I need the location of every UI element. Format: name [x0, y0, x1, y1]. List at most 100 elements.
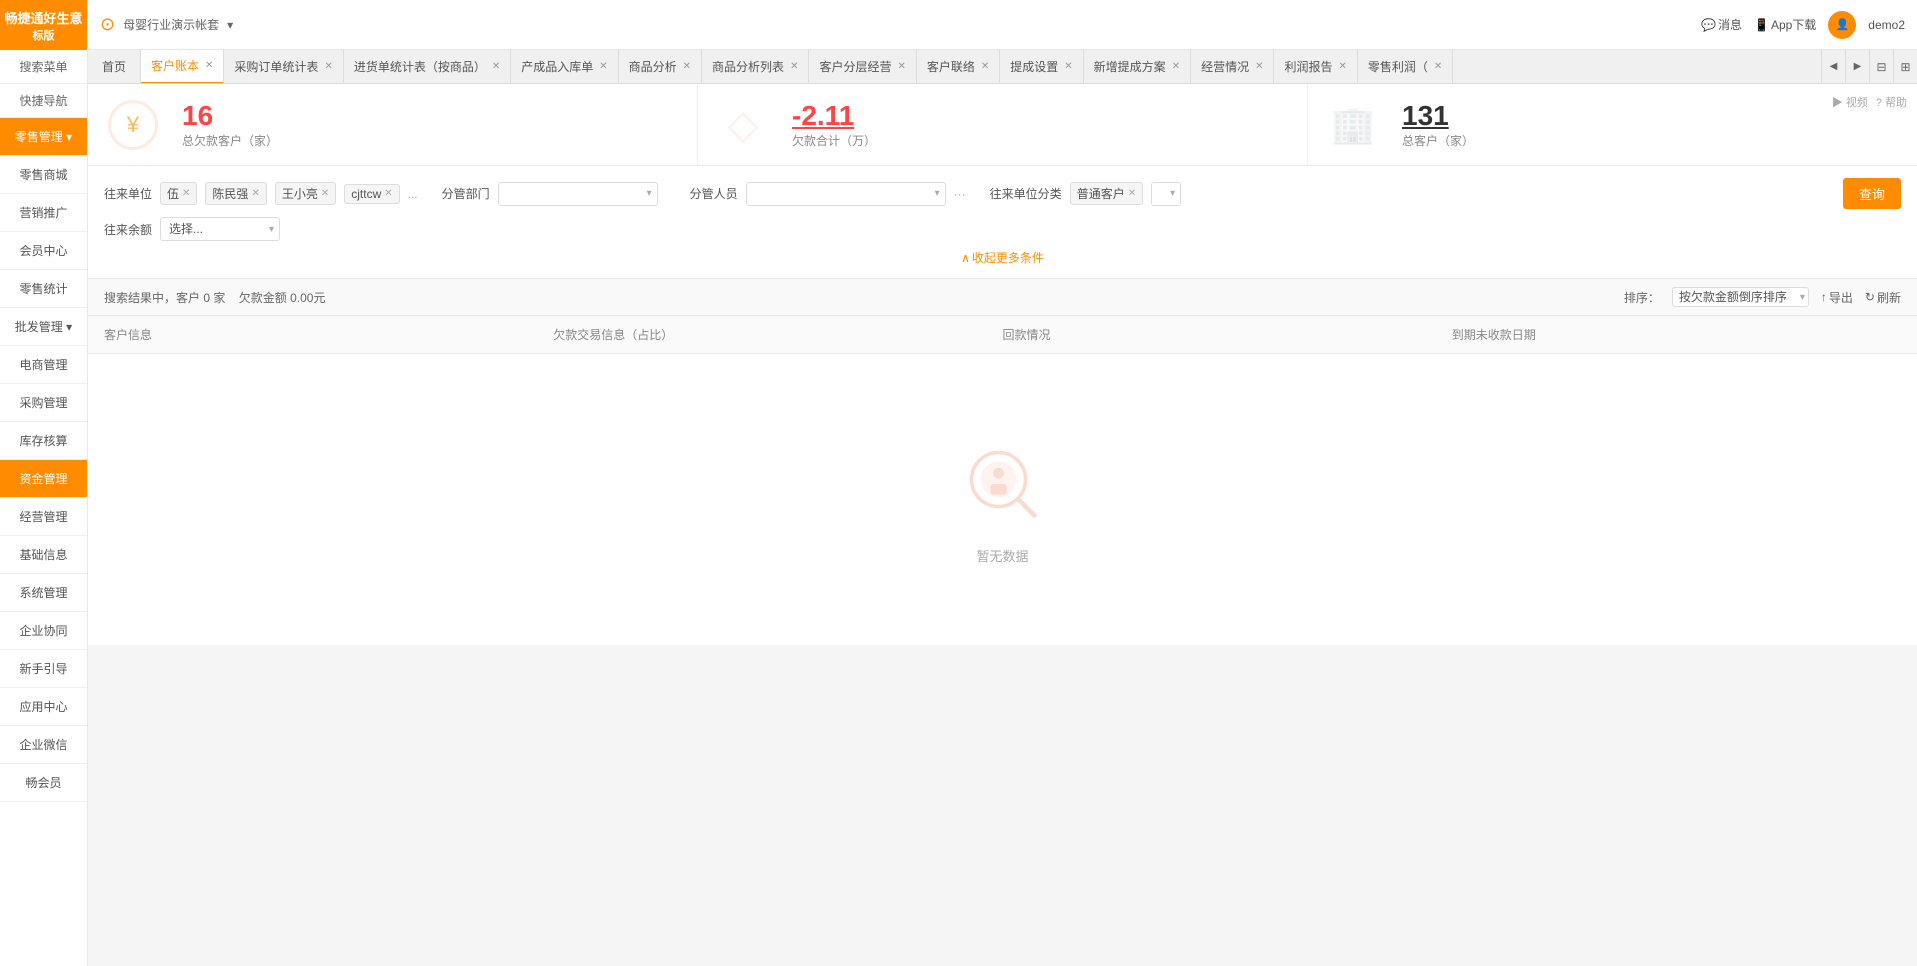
filter-bar: 往来单位 伍 ✕ 陈民强 ✕ 王小亮 ✕ cjttcw ✕ ...	[88, 166, 1917, 279]
sidebar-item-finance[interactable]: 资金管理	[0, 460, 87, 498]
tab-new-promotion[interactable]: 新增提成方案 ✕	[1084, 50, 1191, 84]
topbar-industry: 母婴行业演示帐套	[123, 16, 219, 33]
filter-tag-category[interactable]: 普通客户 ✕	[1070, 182, 1143, 205]
tab-close-profit-report[interactable]: ✕	[1339, 61, 1347, 72]
sidebar-item-inventory[interactable]: 库存核算	[0, 422, 87, 460]
logo-text-top: 畅捷通好生意	[4, 8, 82, 27]
sidebar-item-app-center[interactable]: 应用中心	[0, 688, 87, 726]
tab-close-product-analysis-list[interactable]: ✕	[790, 61, 798, 72]
refresh-btn[interactable]: ↻ 刷新	[1865, 289, 1901, 306]
topbar-actions: 💬 消息 📱 App下载 👤 demo2	[1701, 11, 1905, 39]
filter-query-button[interactable]: 查询	[1843, 178, 1901, 209]
tab-close-new-promotion[interactable]: ✕	[1172, 61, 1180, 72]
filter-tag-wang[interactable]: 王小亮 ✕	[275, 182, 336, 205]
filter-person-input[interactable]	[746, 182, 946, 206]
tab-close-customer-segment[interactable]: ✕	[897, 61, 905, 72]
remove-tag-wang[interactable]: ✕	[321, 188, 329, 199]
tab-scroll-right[interactable]: ▶	[1845, 50, 1869, 84]
tab-customer-contact[interactable]: 客户联络 ✕	[917, 50, 1000, 84]
remove-tag-chen[interactable]: ✕	[251, 188, 259, 199]
tab-close-operation-status[interactable]: ✕	[1255, 61, 1263, 72]
sort-label: 排序：	[1624, 289, 1660, 306]
tab-purchase-order[interactable]: 采购订单统计表 ✕	[224, 50, 343, 84]
th-repay-status: 回款情况	[1003, 326, 1452, 343]
sidebar-item-enterprise-collab[interactable]: 企业协同	[0, 612, 87, 650]
sidebar-item-ecommerce[interactable]: 电商管理	[0, 346, 87, 384]
topbar-logo-area: ⊙	[100, 14, 115, 35]
sidebar-logo: 畅捷通好生意 标版	[0, 0, 87, 50]
tab-product-inbound[interactable]: 产成品入库单 ✕	[511, 50, 618, 84]
export-btn[interactable]: ↑ 导出	[1821, 289, 1853, 306]
filter-dept-input[interactable]	[498, 182, 658, 206]
tab-profit-report[interactable]: 利润报告 ✕	[1274, 50, 1357, 84]
topbar-message[interactable]: 💬 消息	[1701, 16, 1742, 33]
tab-close-customer-book[interactable]: ✕	[205, 60, 213, 71]
filter-more-tags[interactable]: ...	[408, 187, 418, 201]
filter-tag-chen[interactable]: 陈民强 ✕	[205, 182, 266, 205]
sidebar-item-retail-stats[interactable]: 零售统计	[0, 270, 87, 308]
tab-close-stock-stats[interactable]: ✕	[492, 61, 500, 72]
sidebar-quick-nav[interactable]: 快捷导航	[0, 84, 87, 118]
tab-customer-segment[interactable]: 客户分层经营 ✕	[809, 50, 916, 84]
sidebar-item-basic-info[interactable]: 基础信息	[0, 536, 87, 574]
stat-label-debt: 欠款合计（万）	[792, 132, 1283, 149]
filter-person-label: 分管人员	[690, 185, 738, 202]
tab-close-retail-profit[interactable]: ✕	[1434, 61, 1442, 72]
tab-promotion-settings[interactable]: 提成设置 ✕	[1000, 50, 1083, 84]
filter-category-wrapper	[1151, 182, 1181, 206]
sidebar-item-new-guide[interactable]: 新手引导	[0, 650, 87, 688]
sidebar-item-purchase[interactable]: 采购管理	[0, 384, 87, 422]
filter-category-select[interactable]	[1151, 182, 1181, 206]
filter-balance-select[interactable]: 选择...	[160, 217, 280, 241]
th-customer-info: 客户信息	[104, 326, 553, 343]
sidebar-item-enterprise-wechat[interactable]: 企业微信	[0, 726, 87, 764]
tab-maximize[interactable]: ⊞	[1893, 50, 1917, 84]
avatar[interactable]: 👤	[1828, 11, 1856, 39]
stat-icon-customers: 🏢	[1328, 100, 1378, 150]
sort-select[interactable]: 按欠款金额倒序排序	[1672, 287, 1809, 307]
filter-tag-cjttcw[interactable]: cjttcw ✕	[344, 184, 399, 204]
tab-stock-stats[interactable]: 进货单统计表（按商品） ✕	[344, 50, 511, 84]
tab-home[interactable]: 首页	[88, 50, 141, 84]
remove-tag-category[interactable]: ✕	[1128, 188, 1136, 199]
sidebar-item-member-center[interactable]: 会员中心	[0, 232, 87, 270]
empty-text: 暂无数据	[976, 546, 1028, 565]
filter-tag-wu[interactable]: 伍 ✕	[160, 182, 197, 205]
question-help-btn[interactable]: ? 帮助	[1876, 94, 1907, 110]
topbar-app-download[interactable]: 📱 App下载	[1754, 16, 1816, 33]
remove-tag-cjttcw[interactable]: ✕	[384, 188, 392, 199]
result-bar: 搜索结果中，客户 0 家 欠款金额 0.00元 排序： 按欠款金额倒序排序 ↑ …	[88, 279, 1917, 316]
tab-close-product-analysis[interactable]: ✕	[683, 61, 691, 72]
sidebar-item-pro-member[interactable]: 畅会员	[0, 764, 87, 802]
sidebar-item-retail-mall[interactable]: 零售商城	[0, 156, 87, 194]
filter-collapse-btn[interactable]: ∧ 收起更多条件	[961, 249, 1044, 266]
topbar-dropdown-arrow[interactable]: ▾	[227, 18, 233, 32]
logo-text-bottom: 标版	[33, 27, 55, 43]
filter-person-dots[interactable]: ···	[954, 187, 966, 201]
stat-value-debt: -2.11	[792, 100, 1283, 132]
stat-icon-debtors: ¥	[108, 100, 158, 150]
sort-wrapper: 按欠款金额倒序排序	[1672, 287, 1809, 307]
remove-tag-wu[interactable]: ✕	[182, 188, 190, 199]
app-icon: 📱	[1754, 18, 1769, 32]
sidebar-item-marketing[interactable]: 营销推广	[0, 194, 87, 232]
tab-close-product-inbound[interactable]: ✕	[599, 61, 607, 72]
tab-close-promotion-settings[interactable]: ✕	[1064, 61, 1072, 72]
video-help-btn[interactable]: ▶ 视频	[1832, 94, 1868, 110]
tab-product-analysis-list[interactable]: 商品分析列表 ✕	[702, 50, 809, 84]
sidebar-item-operation[interactable]: 经营管理	[0, 498, 87, 536]
sidebar-search-menu[interactable]: 搜索菜单	[0, 50, 87, 84]
result-actions: 排序： 按欠款金额倒序排序 ↑ 导出 ↻ 刷新	[1624, 287, 1901, 307]
tab-customer-book[interactable]: 客户账本 ✕	[141, 50, 224, 84]
tab-close-customer-contact[interactable]: ✕	[981, 61, 989, 72]
tab-operation-status[interactable]: 经营情况 ✕	[1191, 50, 1274, 84]
empty-state: 暂无数据	[88, 354, 1917, 645]
sidebar-item-retail-manage[interactable]: 零售管理 ▾	[0, 118, 87, 156]
tab-scroll-left[interactable]: ◀	[1821, 50, 1845, 84]
sidebar-item-wholesale-manage[interactable]: 批发管理 ▾	[0, 308, 87, 346]
tab-close-purchase-order[interactable]: ✕	[324, 61, 332, 72]
tab-minimize[interactable]: ⊟	[1869, 50, 1893, 84]
tab-product-analysis[interactable]: 商品分析 ✕	[619, 50, 702, 84]
tab-retail-profit[interactable]: 零售利润（ ✕	[1358, 50, 1453, 84]
sidebar-item-system[interactable]: 系统管理	[0, 574, 87, 612]
